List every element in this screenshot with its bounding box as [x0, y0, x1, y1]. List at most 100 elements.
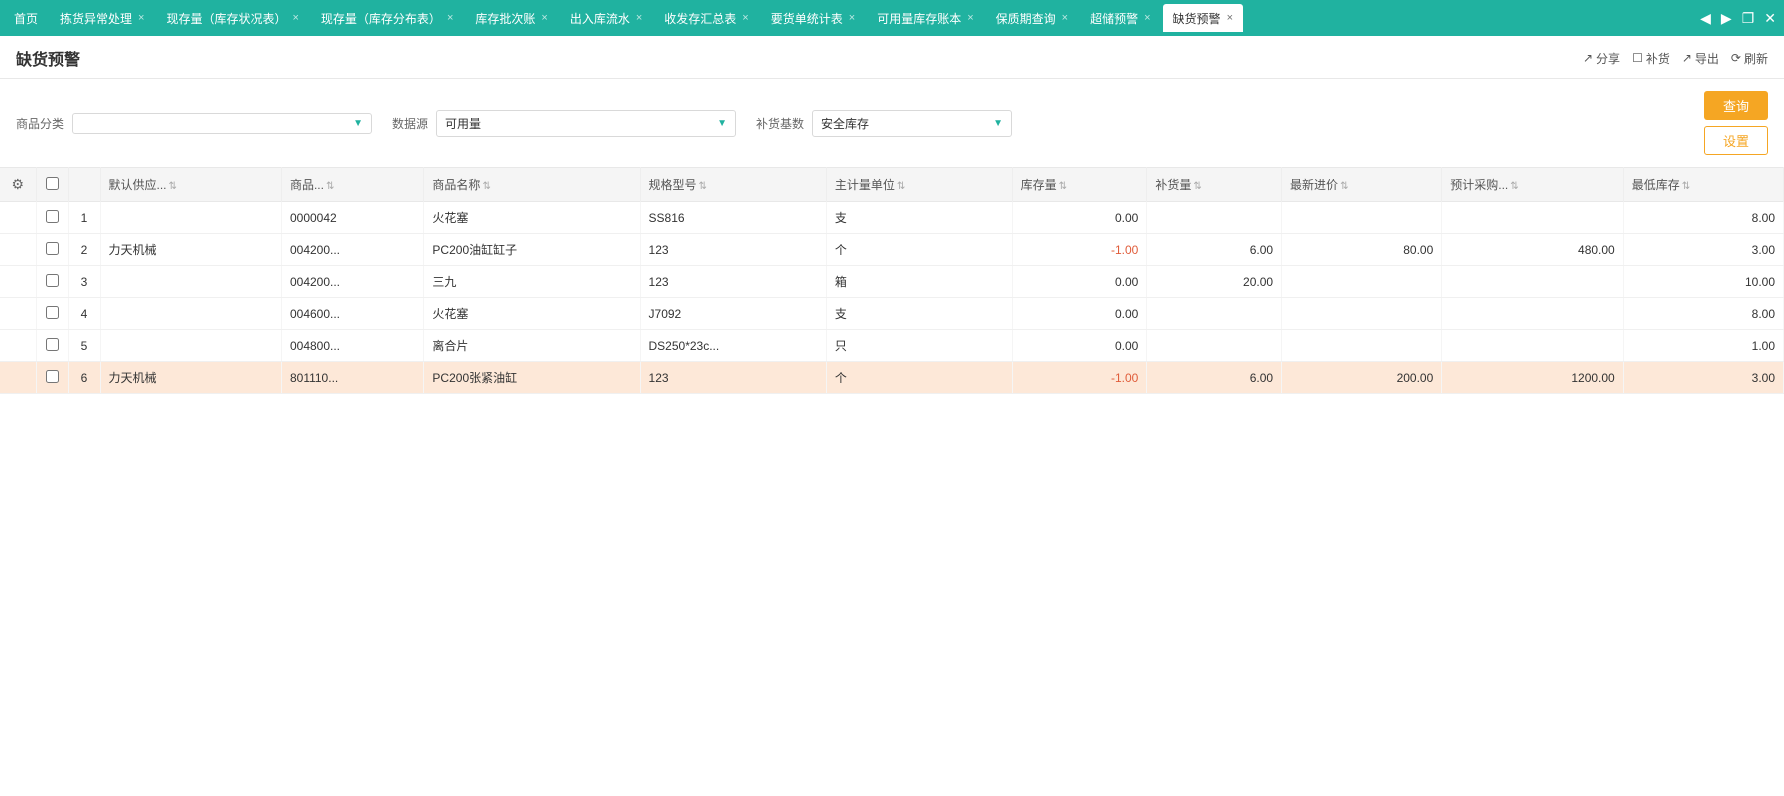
replenish-base-value: 安全库存	[821, 115, 869, 132]
row-unit: 支	[826, 298, 1012, 330]
tab-home[interactable]: 首页	[4, 4, 48, 32]
tab-close-all-button[interactable]: ✕	[1760, 0, 1780, 36]
tab-close-receive-summary[interactable]: ×	[742, 12, 748, 24]
row-checkbox[interactable]	[46, 306, 59, 319]
replenish-base-select[interactable]: 安全库存 ▼	[812, 110, 1012, 137]
row-stock: 0.00	[1012, 266, 1147, 298]
row-checkbox-cell	[36, 330, 68, 362]
tab-close-inventory-status[interactable]: ×	[292, 12, 298, 24]
row-gear-cell	[0, 266, 36, 298]
page-header: 缺货预警 ↗ 分享 ☐ 补货 ↗ 导出 ⟳ 刷新	[0, 36, 1784, 79]
col-latest-price-header[interactable]: 最新进价⇅	[1282, 168, 1442, 202]
category-filter-group: 商品分类 ▼	[16, 113, 372, 134]
col-stock-header[interactable]: 库存量⇅	[1012, 168, 1147, 202]
row-unit: 个	[826, 234, 1012, 266]
settings-button[interactable]: 设置	[1704, 126, 1768, 155]
row-min-stock: 10.00	[1623, 266, 1783, 298]
tab-inventory-status[interactable]: 现存量（库存状况表） ×	[156, 4, 308, 32]
row-unit: 支	[826, 202, 1012, 234]
tab-receive-summary[interactable]: 收发存汇总表 ×	[654, 4, 758, 32]
row-gear-cell	[0, 202, 36, 234]
tab-close-abnormal[interactable]: ×	[138, 12, 144, 24]
column-settings-icon[interactable]: ⚙	[11, 176, 24, 192]
table-row: 2力天机械004200...PC200油缸缸子123个-1.006.0080.0…	[0, 234, 1784, 266]
select-all-checkbox[interactable]	[46, 177, 59, 190]
row-estimated-purchase	[1442, 330, 1623, 362]
row-checkbox[interactable]	[46, 370, 59, 383]
tab-order-stats[interactable]: 要货单统计表 ×	[761, 4, 865, 32]
row-unit: 个	[826, 362, 1012, 394]
row-estimated-purchase	[1442, 202, 1623, 234]
tab-close-batch-account[interactable]: ×	[541, 12, 547, 24]
tab-close-inout-flow[interactable]: ×	[636, 12, 642, 24]
category-select[interactable]: ▼	[72, 113, 372, 134]
row-latest-price	[1282, 266, 1442, 298]
row-gear-cell	[0, 330, 36, 362]
tab-close-expiry-query[interactable]: ×	[1062, 12, 1068, 24]
tab-restore-button[interactable]: ❐	[1738, 0, 1759, 36]
row-product-name: 火花塞	[424, 298, 640, 330]
page-title: 缺货预警	[16, 46, 1583, 70]
datasource-select[interactable]: 可用量 ▼	[436, 110, 736, 137]
tab-close-available-ledger[interactable]: ×	[967, 12, 973, 24]
tab-close-order-stats[interactable]: ×	[849, 12, 855, 24]
sort-price-icon: ⇅	[1340, 181, 1348, 192]
tab-close-inventory-dist[interactable]: ×	[447, 12, 453, 24]
table-row: 10000042火花塞SS816支0.008.00	[0, 202, 1784, 234]
tab-available-ledger[interactable]: 可用量库存账本 ×	[867, 4, 983, 32]
row-estimated-purchase	[1442, 266, 1623, 298]
share-button[interactable]: ↗ 分享	[1583, 50, 1620, 67]
refresh-button[interactable]: ⟳ 刷新	[1731, 50, 1768, 67]
row-unit: 只	[826, 330, 1012, 362]
col-replenish-qty-header[interactable]: 补货量⇅	[1147, 168, 1282, 202]
row-latest-price	[1282, 202, 1442, 234]
col-product-name-header[interactable]: 商品名称⇅	[424, 168, 640, 202]
tab-overstock[interactable]: 超储预警 ×	[1080, 4, 1160, 32]
row-latest-price	[1282, 330, 1442, 362]
row-stock: 0.00	[1012, 202, 1147, 234]
col-default-supplier-header[interactable]: 默认供应...⇅	[100, 168, 281, 202]
filter-actions: 查询 设置	[1704, 91, 1768, 155]
row-checkbox[interactable]	[46, 274, 59, 287]
tab-prev-button[interactable]: ◀	[1696, 0, 1715, 36]
col-estimated-purchase-header[interactable]: 预计采购...⇅	[1442, 168, 1623, 202]
tab-abnormal[interactable]: 拣货异常处理 ×	[50, 4, 154, 32]
replenish-base-filter-group: 补货基数 安全库存 ▼	[756, 110, 1012, 137]
row-checkbox-cell	[36, 298, 68, 330]
tab-expiry-query[interactable]: 保质期查询 ×	[986, 4, 1078, 32]
col-spec-header[interactable]: 规格型号⇅	[640, 168, 826, 202]
export-icon: ↗	[1682, 51, 1692, 65]
row-replenish-qty	[1147, 330, 1282, 362]
tab-batch-account[interactable]: 库存批次账 ×	[465, 4, 557, 32]
row-num: 6	[68, 362, 100, 394]
col-min-stock-header[interactable]: 最低库存⇅	[1623, 168, 1783, 202]
col-gear[interactable]: ⚙	[0, 168, 36, 202]
tab-close-overstock[interactable]: ×	[1144, 12, 1150, 24]
query-button[interactable]: 查询	[1704, 91, 1768, 120]
tab-shortage[interactable]: 缺货预警 ×	[1163, 4, 1243, 32]
tab-close-shortage[interactable]: ×	[1227, 12, 1233, 24]
row-checkbox[interactable]	[46, 242, 59, 255]
replenish-button[interactable]: ☐ 补货	[1632, 50, 1670, 67]
page-content: 缺货预警 ↗ 分享 ☐ 补货 ↗ 导出 ⟳ 刷新 商品分类	[0, 36, 1784, 796]
row-checkbox-cell	[36, 362, 68, 394]
row-latest-price: 80.00	[1282, 234, 1442, 266]
export-button[interactable]: ↗ 导出	[1682, 50, 1719, 67]
row-stock: 0.00	[1012, 298, 1147, 330]
tab-inventory-dist[interactable]: 现存量（库存分布表） ×	[311, 4, 463, 32]
tab-inout-flow[interactable]: 出入库流水 ×	[560, 4, 652, 32]
row-checkbox-cell	[36, 234, 68, 266]
col-unit-header[interactable]: 主计量单位⇅	[826, 168, 1012, 202]
row-checkbox[interactable]	[46, 338, 59, 351]
tab-next-button[interactable]: ▶	[1717, 0, 1736, 36]
row-default-supplier: 力天机械	[100, 362, 281, 394]
replenish-base-arrow-icon: ▼	[993, 118, 1003, 129]
row-product-name: 三九	[424, 266, 640, 298]
row-product-code: 004200...	[281, 266, 423, 298]
col-product-code-header[interactable]: 商品...⇅	[281, 168, 423, 202]
tab-bar: 首页 拣货异常处理 × 现存量（库存状况表） × 现存量（库存分布表） × 库存…	[0, 0, 1784, 36]
row-checkbox[interactable]	[46, 210, 59, 223]
row-spec: 123	[640, 266, 826, 298]
replenish-base-label: 补货基数	[756, 115, 804, 132]
table-row: 4004600...火花塞J7092支0.008.00	[0, 298, 1784, 330]
